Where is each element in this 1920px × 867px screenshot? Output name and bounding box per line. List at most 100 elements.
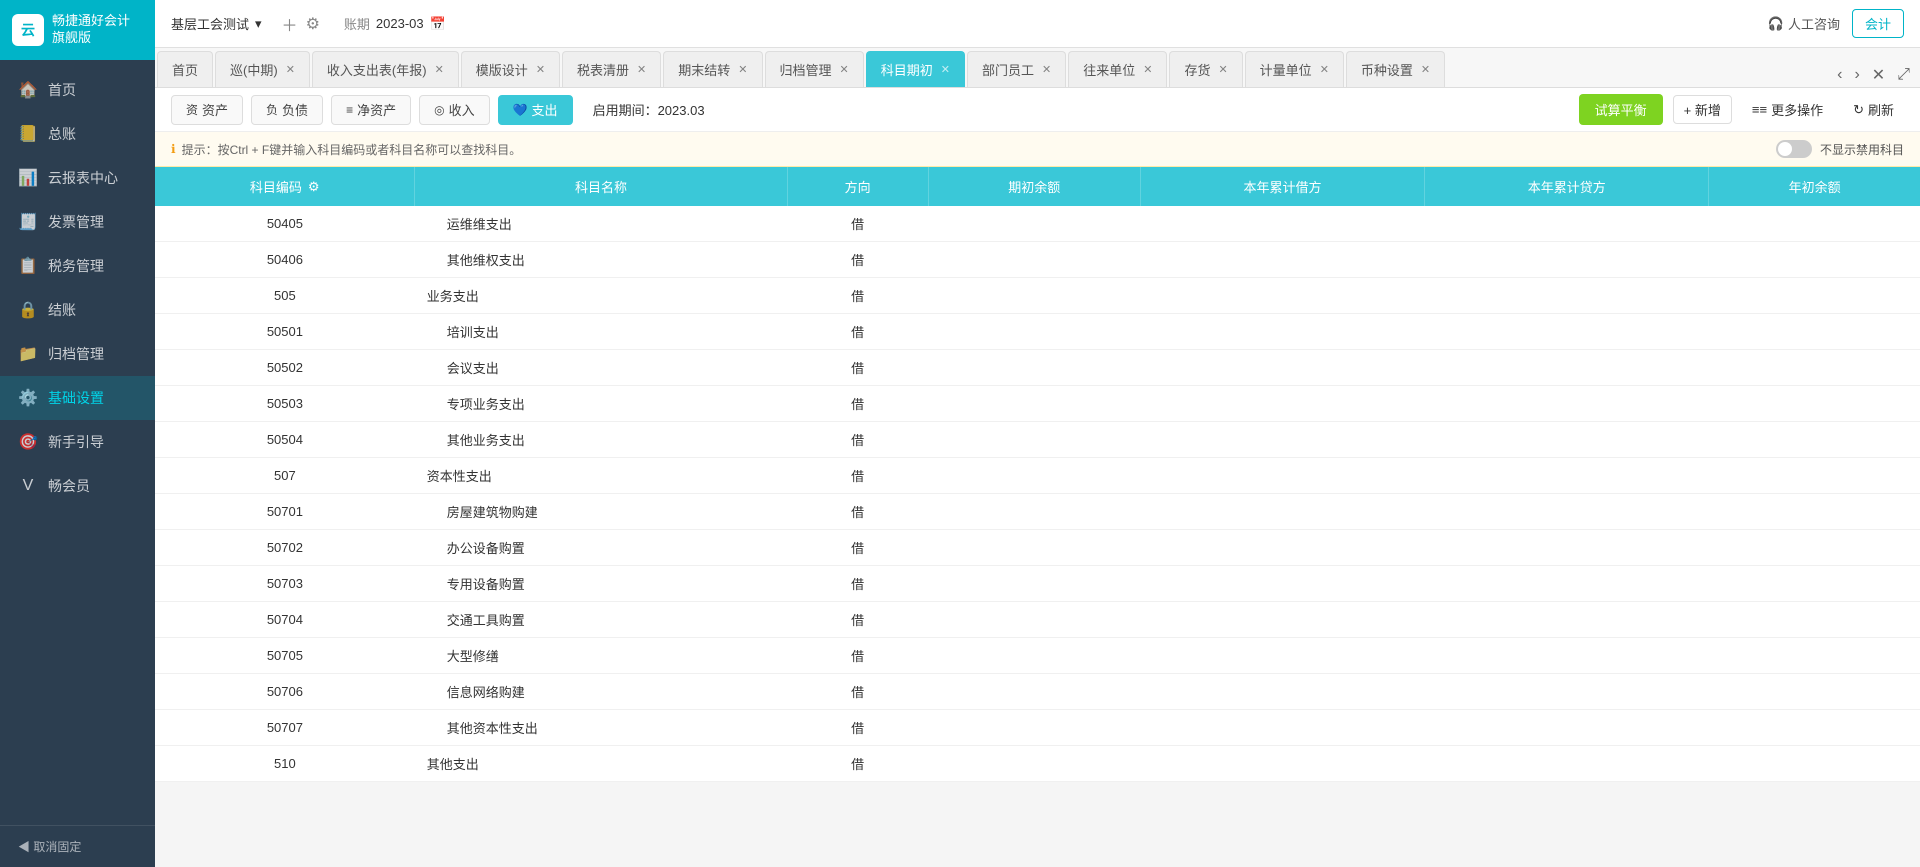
sidebar-item-invoice[interactable]: 🧾发票管理	[0, 200, 155, 244]
tab-expand-btn[interactable]: ⤢	[1893, 64, 1914, 86]
sidebar-item-home[interactable]: 🏠首页	[0, 68, 155, 112]
table-row: 510 其他支出 借	[155, 746, 1920, 782]
table-row: 50503 专项业务支出 借	[155, 386, 1920, 422]
table-row: 50707 其他资本性支出 借	[155, 710, 1920, 746]
tab-close[interactable]: ✕	[840, 63, 849, 76]
settings-icon: ⚙️	[18, 388, 38, 408]
gear-icon[interactable]: ⚙	[308, 179, 320, 195]
guide-icon: 🎯	[18, 432, 38, 452]
accounts-table: 科目编码 ⚙ 科目名称 方向 期初余额 本年累计借方 本年累计贷方 年初余额 5…	[155, 167, 1920, 782]
tip-text: ℹ 提示：按Ctrl + F键并输入科目编码或者科目名称可以查找科目。	[171, 141, 521, 158]
subtab-负债[interactable]: 负负债	[251, 95, 323, 125]
subtab-bar: 资资产负负债 ≡净资产 ◎收入 💙支出 启用期间：2023.03 试算平衡 + 新增 ≡…	[155, 88, 1920, 132]
add-btn[interactable]: + 新增	[1673, 95, 1732, 124]
balance-btn[interactable]: 试算平衡	[1579, 94, 1663, 125]
tab-close[interactable]: ✕	[1421, 63, 1430, 76]
sidebar-item-ledger[interactable]: 📒总账	[0, 112, 155, 156]
sidebar-item-closing[interactable]: 🔒结账	[0, 288, 155, 332]
tab-部门员工[interactable]: 部门员工✕	[967, 51, 1066, 87]
headset-icon: 🎧	[1768, 16, 1784, 32]
refresh-btn[interactable]: ↻ 刷新	[1843, 96, 1904, 123]
table-row: 50501 培训支出 借	[155, 314, 1920, 350]
disabled-toggle[interactable]	[1776, 140, 1812, 158]
tab-close[interactable]: ✕	[941, 63, 950, 76]
tab-期末结转[interactable]: 期末结转✕	[663, 51, 762, 87]
sidebar: 云 畅捷通好会计 旗舰版 🏠首页📒总账📊云报表中心🧾发票管理📋税务管理🔒结账📁归…	[0, 0, 155, 867]
table-row: 50703 专用设备购置 借	[155, 566, 1920, 602]
app-logo-text: 畅捷通好会计 旗舰版	[52, 13, 130, 47]
tab-prev-btn[interactable]: ‹	[1833, 64, 1846, 86]
tab-close[interactable]: ✕	[1218, 63, 1227, 76]
sidebar-item-guide[interactable]: 🎯新手引导	[0, 420, 155, 464]
tab-nav-btns: ‹ › ✕ ⤢	[1827, 63, 1920, 87]
app-logo-icon: 云	[12, 14, 44, 46]
tab-close[interactable]: ✕	[738, 63, 747, 76]
tab-close[interactable]: ✕	[286, 63, 295, 76]
reports-icon: 📊	[18, 168, 38, 188]
invoice-icon: 🧾	[18, 212, 38, 232]
project-name: 基层工会测试	[171, 14, 249, 33]
sidebar-nav: 🏠首页📒总账📊云报表中心🧾发票管理📋税务管理🔒结账📁归档管理⚙️基础设置🎯新手引…	[0, 60, 155, 825]
tab-close[interactable]: ✕	[1042, 63, 1051, 76]
settings-icon[interactable]: ⚙	[306, 14, 320, 34]
tab-close[interactable]: ✕	[637, 63, 646, 76]
sidebar-collapse-btn[interactable]: ◀ 取消固定	[0, 825, 155, 867]
sidebar-logo: 云 畅捷通好会计 旗舰版	[0, 0, 155, 60]
topbar-icons: ＋ ⚙	[282, 12, 320, 36]
table-row: 50706 信息网络购建 借	[155, 674, 1920, 710]
project-selector[interactable]: 基层工会测试 ▾	[171, 14, 262, 33]
more-btn[interactable]: ≡≡ 更多操作	[1742, 96, 1833, 123]
th-name: 科目名称	[415, 167, 787, 206]
tab-close[interactable]: ✕	[435, 63, 444, 76]
tab-next-btn[interactable]: ›	[1850, 64, 1863, 86]
tab-往来单位[interactable]: 往来单位✕	[1068, 51, 1167, 87]
dropdown-icon: ▾	[255, 16, 262, 32]
sidebar-item-member[interactable]: V畅会员	[0, 464, 155, 508]
subtab-收入[interactable]: ◎收入	[419, 95, 490, 125]
th-direction: 方向	[787, 167, 928, 206]
accountant-btn[interactable]: 会计	[1852, 9, 1904, 38]
topbar: 基层工会测试 ▾ ＋ ⚙ 账期 2023-03 📅 🎧 人工咨询 会计	[155, 0, 1920, 48]
sidebar-item-settings[interactable]: ⚙️基础设置	[0, 376, 155, 420]
tab-收入支出表(年报)[interactable]: 收入支出表(年报)✕	[312, 51, 459, 87]
subtab-净资产[interactable]: ≡净资产	[331, 95, 411, 125]
tab-存货[interactable]: 存货✕	[1169, 51, 1242, 87]
home-icon: 🏠	[18, 80, 38, 100]
th-year-opening: 年初余额	[1709, 167, 1920, 206]
tab-close[interactable]: ✕	[536, 63, 545, 76]
tab-计量单位[interactable]: 计量单位✕	[1245, 51, 1344, 87]
tab-币种设置[interactable]: 币种设置✕	[1346, 51, 1445, 87]
tab-模版设计[interactable]: 模版设计✕	[461, 51, 560, 87]
tab-close[interactable]: ✕	[1320, 63, 1329, 76]
tip-bar: ℹ 提示：按Ctrl + F键并输入科目编码或者科目名称可以查找科目。 不显示禁…	[155, 132, 1920, 167]
tab-归档管理[interactable]: 归档管理✕	[765, 51, 864, 87]
closing-icon: 🔒	[18, 300, 38, 320]
tab-巡(中期)[interactable]: 巡(中期)✕	[215, 51, 310, 87]
customer-service-btn[interactable]: 🎧 人工咨询	[1768, 14, 1840, 33]
tab-首页[interactable]: 首页	[157, 51, 213, 87]
th-code: 科目编码 ⚙	[155, 167, 415, 206]
toggle-knob	[1778, 142, 1792, 156]
table-row: 50705 大型修缮 借	[155, 638, 1920, 674]
tab-科目期初[interactable]: 科目期初✕	[866, 51, 965, 87]
sidebar-item-tax[interactable]: 📋税务管理	[0, 244, 155, 288]
table-row: 50504 其他业务支出 借	[155, 422, 1920, 458]
main-content: 基层工会测试 ▾ ＋ ⚙ 账期 2023-03 📅 🎧 人工咨询 会计 首页巡(…	[155, 0, 1920, 867]
archive-icon: 📁	[18, 344, 38, 364]
subtab-支出[interactable]: 💙支出	[498, 95, 573, 125]
th-ytd-credit: 本年累计贷方	[1425, 167, 1709, 206]
tab-close[interactable]: ✕	[1143, 63, 1152, 76]
refresh-icon: ↻	[1853, 102, 1864, 118]
subtab-资产[interactable]: 资资产	[171, 95, 243, 125]
sidebar-item-archive[interactable]: 📁归档管理	[0, 332, 155, 376]
add-icon[interactable]: ＋	[282, 12, 298, 36]
calendar-icon[interactable]: 📅	[430, 16, 446, 32]
table-row: 507 资本性支出 借	[155, 458, 1920, 494]
tab-close-btn[interactable]: ✕	[1868, 63, 1889, 87]
subtab-period: 启用期间：2023.03	[593, 100, 705, 119]
table-row: 50406 其他维权支出 借	[155, 242, 1920, 278]
tab-税表清册[interactable]: 税表清册✕	[562, 51, 661, 87]
ledger-icon: 📒	[18, 124, 38, 144]
sidebar-item-reports[interactable]: 📊云报表中心	[0, 156, 155, 200]
th-opening-balance: 期初余额	[928, 167, 1140, 206]
